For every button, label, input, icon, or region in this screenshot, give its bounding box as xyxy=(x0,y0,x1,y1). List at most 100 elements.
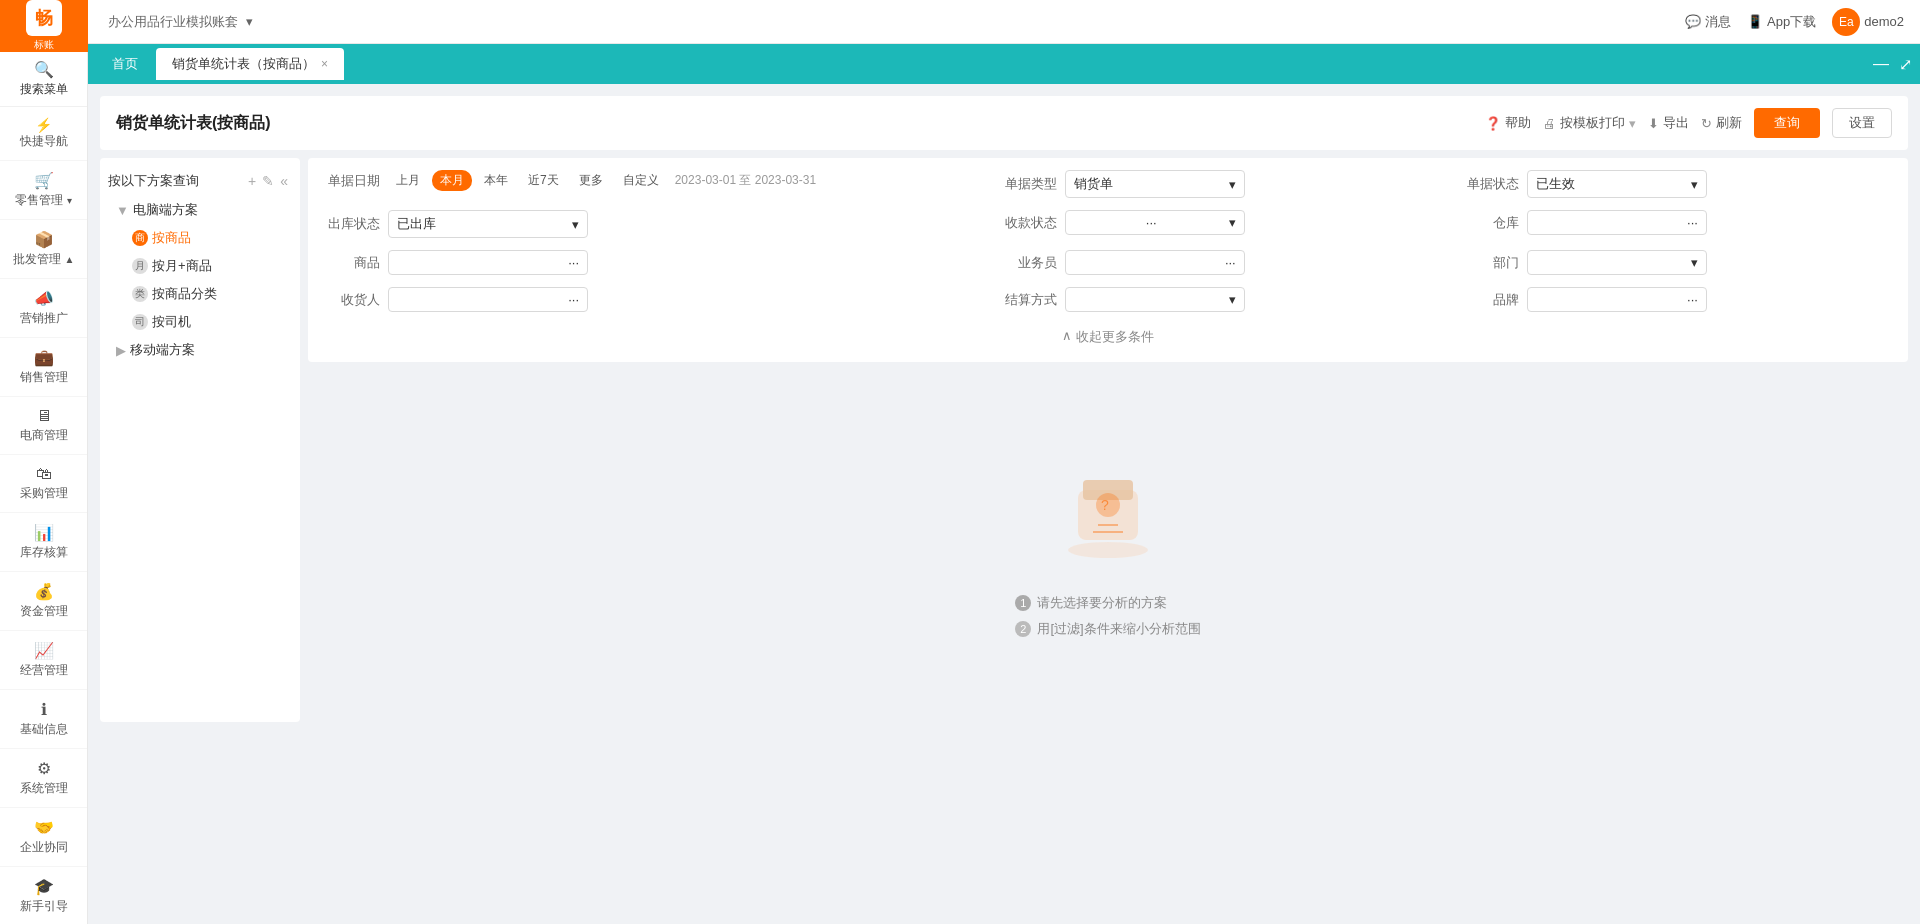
sidebar-quick-nav[interactable]: ⚡ 快捷导航 xyxy=(0,107,87,161)
export-button[interactable]: ⬇ 导出 xyxy=(1648,114,1689,132)
brand-control: ··· xyxy=(1527,287,1892,312)
sidebar-item-wholesale[interactable]: 📦 批发管理 ▲ xyxy=(0,220,87,279)
child-icon-driver: 司 xyxy=(132,314,148,330)
brand-label: 品牌 xyxy=(1463,291,1519,309)
tab-max-icon[interactable]: ⤢ xyxy=(1899,55,1912,74)
tree-child-by-month-goods[interactable]: 月 按月+商品 xyxy=(108,252,300,280)
doc-status-select[interactable]: 已生效 ▾ xyxy=(1527,170,1707,198)
receipt-status-dots: ··· xyxy=(1146,215,1157,230)
tree-child-by-goods[interactable]: 商 按商品 xyxy=(108,224,300,252)
filter-item-out-status: 出库状态 已出库 ▾ xyxy=(324,210,968,238)
date-tab-this-month[interactable]: 本月 xyxy=(432,170,472,191)
setting-button[interactable]: 设置 xyxy=(1832,108,1892,138)
sidebar-item-retail[interactable]: 🛒 零售管理 ▾ xyxy=(0,161,87,220)
warehouse-control: ··· xyxy=(1527,210,1892,235)
doc-status-value: 已生效 xyxy=(1536,175,1575,193)
filter-item-staff: 业务员 ··· xyxy=(1001,250,1430,275)
receiver-control: ··· xyxy=(388,287,968,312)
left-panel-icons: + ✎ « xyxy=(248,173,288,189)
doc-type-select[interactable]: 销货单 ▾ xyxy=(1065,170,1245,198)
sidebar-item-inventory[interactable]: 📊 库存核算 xyxy=(0,513,87,572)
refresh-icon: ↻ xyxy=(1701,116,1712,131)
tab-close-icon[interactable]: × xyxy=(321,57,328,71)
staff-select[interactable]: ··· xyxy=(1065,250,1245,275)
date-tab-custom[interactable]: 自定义 xyxy=(615,170,667,191)
sidebar-item-enterprise[interactable]: 🤝 企业协同 xyxy=(0,808,87,867)
tree-child-by-category[interactable]: 类 按商品分类 xyxy=(108,280,300,308)
collapse-panel-icon[interactable]: « xyxy=(280,173,288,189)
payment-label: 结算方式 xyxy=(1001,291,1057,309)
receiver-select[interactable]: ··· xyxy=(388,287,588,312)
tree-child-by-driver[interactable]: 司 按司机 xyxy=(108,308,300,336)
dept-select[interactable]: ▾ xyxy=(1527,250,1707,275)
date-tabs: 上月 本月 本年 近7天 更多 自定义 xyxy=(388,170,667,191)
help-button[interactable]: ❓ 帮助 xyxy=(1485,114,1531,132)
sidebar-search[interactable]: 🔍 搜索菜单 xyxy=(0,52,87,107)
sidebar-item-finance[interactable]: 💰 资金管理 xyxy=(0,572,87,631)
filter-item-receipt-status: 收款状态 ··· ▾ xyxy=(1001,210,1430,235)
tab-min-icon[interactable]: — xyxy=(1873,55,1889,73)
receipt-status-arrow: ▾ xyxy=(1229,215,1236,230)
edit-scheme-icon[interactable]: ✎ xyxy=(262,173,274,189)
topbar: 办公用品行业模拟账套 ▾ 💬 消息 📱 App下载 Ea demo2 xyxy=(88,0,1920,44)
sidebar-item-sales[interactable]: 💼 销售管理 xyxy=(0,338,87,397)
tree-parent-mobile[interactable]: ▶ 移动端方案 xyxy=(108,336,300,364)
goods-select[interactable]: ··· xyxy=(388,250,588,275)
staff-dots: ··· xyxy=(1225,255,1236,270)
tree-arrow-mobile: ▶ xyxy=(116,343,126,358)
tree-parent-desktop[interactable]: ▼ 电脑端方案 xyxy=(108,196,300,224)
date-tab-this-year[interactable]: 本年 xyxy=(476,170,516,191)
left-panel: 按以下方案查询 + ✎ « ▼ 电脑端方案 商 按商品 xyxy=(100,158,300,722)
sidebar-item-operations[interactable]: 📈 经营管理 xyxy=(0,631,87,690)
date-label: 单据日期 xyxy=(324,172,380,190)
collapse-arrow: ∧ xyxy=(1062,328,1072,346)
quick-nav-label: 快捷导航 xyxy=(20,133,68,150)
receipt-status-select[interactable]: ··· ▾ xyxy=(1065,210,1245,235)
sidebar-item-basic-info[interactable]: ℹ 基础信息 xyxy=(0,690,87,749)
sidebar-logo: 畅 标账 xyxy=(0,0,88,52)
app-label: App下载 xyxy=(1767,13,1816,31)
out-status-select[interactable]: 已出库 ▾ xyxy=(388,210,588,238)
page-actions: ❓ 帮助 🖨 按模板打印 ▾ ⬇ 导出 ↻ 刷新 查询 设置 xyxy=(1485,108,1892,138)
filter-item-warehouse: 仓库 ··· xyxy=(1463,210,1892,235)
help-icon: ❓ xyxy=(1485,116,1501,131)
sidebar-item-system[interactable]: ⚙ 系统管理 xyxy=(0,749,87,808)
tab-home[interactable]: 首页 xyxy=(96,48,154,80)
logo-icon: 畅 xyxy=(26,0,62,36)
print-label: 按模板打印 xyxy=(1560,114,1625,132)
print-button[interactable]: 🖨 按模板打印 ▾ xyxy=(1543,114,1636,132)
out-status-value: 已出库 xyxy=(397,215,436,233)
payment-select[interactable]: ▾ xyxy=(1065,287,1245,312)
warehouse-select[interactable]: ··· xyxy=(1527,210,1707,235)
receiver-label: 收货人 xyxy=(324,291,380,309)
date-tab-more[interactable]: 更多 xyxy=(571,170,611,191)
sidebar-item-marketing[interactable]: 📣 营销推广 xyxy=(0,279,87,338)
empty-tip-2: 用[过滤]条件来缩小分析范围 xyxy=(1037,616,1200,642)
doc-type-label: 单据类型 xyxy=(1001,175,1057,193)
brand-select[interactable]: ··· xyxy=(1527,287,1707,312)
date-tab-7days[interactable]: 近7天 xyxy=(520,170,567,191)
doc-type-control: 销货单 ▾ xyxy=(1065,170,1430,198)
out-status-label: 出库状态 xyxy=(324,215,380,233)
app-download-button[interactable]: 📱 App下载 xyxy=(1747,13,1816,31)
sidebar-item-guide[interactable]: 🎓 新手引导 xyxy=(0,867,87,924)
collapse-row[interactable]: ∧ 收起更多条件 xyxy=(324,324,1892,350)
date-tab-last-month[interactable]: 上月 xyxy=(388,170,428,191)
receipt-status-control: ··· ▾ xyxy=(1065,210,1430,235)
sidebar-item-ecommerce[interactable]: 🖥 电商管理 xyxy=(0,397,87,455)
collapse-label: 收起更多条件 xyxy=(1076,328,1154,346)
add-scheme-icon[interactable]: + xyxy=(248,173,256,189)
tab-active[interactable]: 销货单统计表（按商品） × xyxy=(156,48,344,80)
user-menu[interactable]: Ea demo2 xyxy=(1832,8,1904,36)
message-icon: 💬 xyxy=(1685,14,1701,29)
refresh-button[interactable]: ↻ 刷新 xyxy=(1701,114,1742,132)
tip-circle-2: 2 xyxy=(1015,621,1031,637)
sidebar-item-purchase[interactable]: 🛍 采购管理 xyxy=(0,455,87,513)
breadcrumb-arrow[interactable]: ▾ xyxy=(246,14,253,29)
main-content: 办公用品行业模拟账套 ▾ 💬 消息 📱 App下载 Ea demo2 首页 xyxy=(88,0,1920,924)
query-button[interactable]: 查询 xyxy=(1754,108,1820,138)
message-button[interactable]: 💬 消息 xyxy=(1685,13,1731,31)
filter-row-2: 出库状态 已出库 ▾ 收款状态 xyxy=(324,210,1892,238)
filter-item-payment: 结算方式 ▾ xyxy=(1001,287,1430,312)
page-title: 销货单统计表(按商品) xyxy=(116,113,271,134)
